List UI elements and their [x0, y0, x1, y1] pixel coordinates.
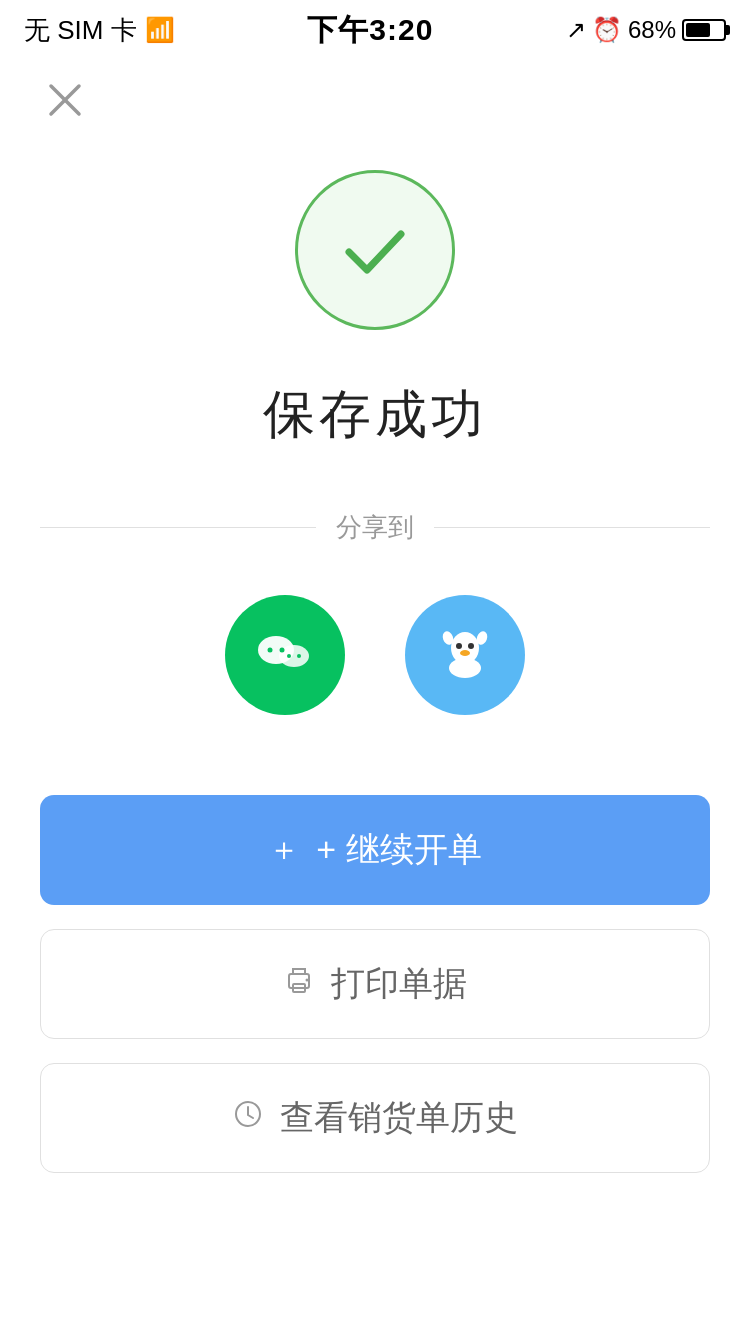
- continue-button[interactable]: ＋ + 继续开单: [40, 795, 710, 905]
- share-icons: [225, 595, 525, 715]
- checkmark-icon: [335, 210, 415, 290]
- wechat-share-button[interactable]: [225, 595, 345, 715]
- success-circle: [295, 170, 455, 330]
- alarm-icon: ⏰: [592, 16, 622, 44]
- plus-icon: ＋: [268, 828, 300, 872]
- print-label: 打印单据: [331, 961, 467, 1007]
- history-button[interactable]: 查看销货单历史: [40, 1063, 710, 1173]
- printer-icon: [283, 964, 315, 1004]
- svg-point-17: [306, 979, 309, 982]
- close-icon: [47, 82, 83, 118]
- qq-icon: [430, 620, 500, 690]
- svg-point-11: [468, 643, 474, 649]
- qq-share-button[interactable]: [405, 595, 525, 715]
- svg-point-6: [287, 654, 291, 658]
- svg-point-9: [449, 658, 481, 678]
- svg-point-5: [280, 648, 285, 653]
- svg-point-7: [297, 654, 301, 658]
- divider-right: [434, 527, 710, 528]
- close-button[interactable]: [40, 75, 90, 125]
- wifi-icon: 📶: [145, 16, 175, 44]
- battery-icon: [682, 19, 726, 41]
- print-button[interactable]: 打印单据: [40, 929, 710, 1039]
- share-section: 分享到: [40, 510, 710, 545]
- svg-point-12: [460, 650, 470, 656]
- share-label: 分享到: [336, 510, 414, 545]
- status-left: 无 SIM 卡 📶: [24, 13, 175, 48]
- svg-point-4: [268, 648, 273, 653]
- battery-text: 68%: [628, 16, 676, 44]
- action-buttons: ＋ + 继续开单 打印单据 查看销货单历史: [40, 795, 710, 1173]
- status-bar: 无 SIM 卡 📶 下午3:20 ↗ ⏰ 68%: [0, 0, 750, 60]
- wechat-icon: [250, 620, 320, 690]
- no-sim-text: 无 SIM 卡: [24, 13, 137, 48]
- divider-left: [40, 527, 316, 528]
- status-time: 下午3:20: [307, 10, 433, 51]
- svg-point-10: [456, 643, 462, 649]
- history-label: 查看销货单历史: [280, 1095, 518, 1141]
- success-title: 保存成功: [263, 380, 487, 450]
- main-content: 保存成功 分享到: [0, 60, 750, 1173]
- status-right: ↗ ⏰ 68%: [566, 16, 726, 44]
- clock-icon: [232, 1098, 264, 1138]
- location-icon: ↗: [566, 16, 586, 44]
- continue-label: + 继续开单: [316, 827, 481, 873]
